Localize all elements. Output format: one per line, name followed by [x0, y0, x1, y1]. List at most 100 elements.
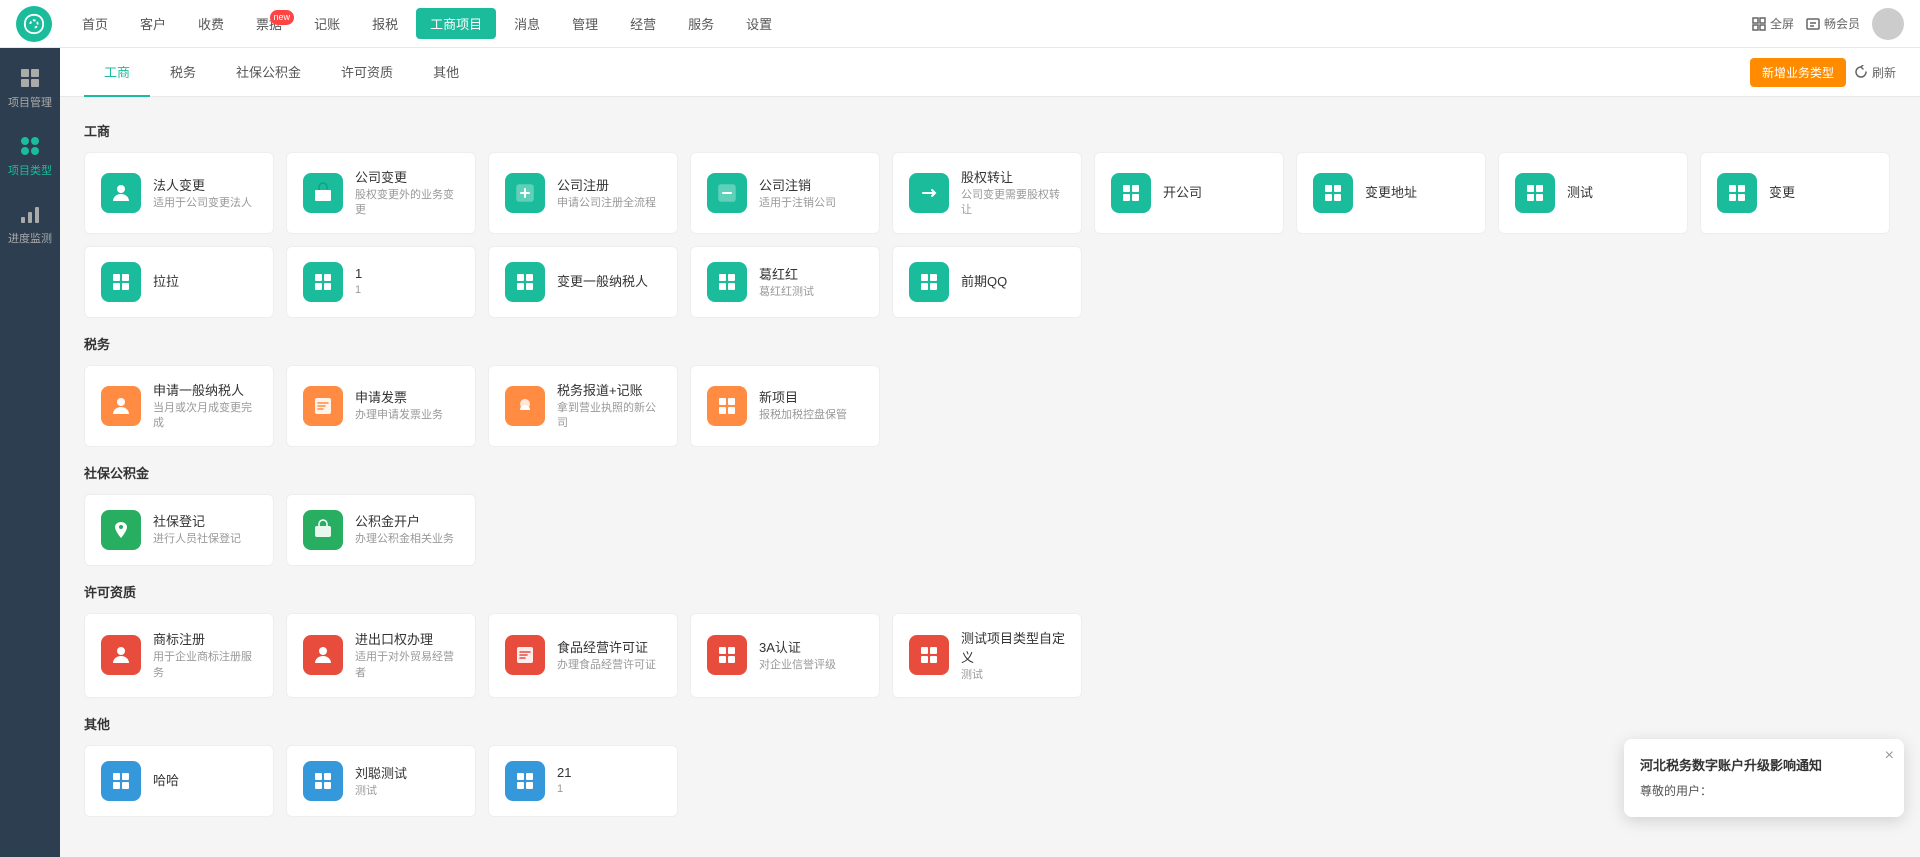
card-num1[interactable]: 1 1	[286, 246, 476, 318]
card-mohonghong[interactable]: 葛红红 葛红红测试	[690, 246, 880, 318]
card-title-change-tax: 变更一般纳税人	[557, 271, 661, 290]
nav-item-home[interactable]: 首页	[68, 8, 122, 39]
card-equity-transfer[interactable]: 股权转让 公司变更需要股权转让	[892, 152, 1082, 234]
nav-item-operation[interactable]: 经营	[616, 8, 670, 39]
card-icon-liu-test	[303, 761, 343, 801]
card-new-project[interactable]: 新项目 报税加税控盘保管	[690, 365, 880, 447]
sidebar-item-project-type[interactable]: 项目类型	[0, 124, 60, 188]
card-lala[interactable]: 拉拉	[84, 246, 274, 318]
card-test1[interactable]: 测试	[1498, 152, 1688, 234]
refresh-button[interactable]: 刷新	[1854, 64, 1896, 81]
card-icon-mohonghong	[707, 262, 747, 302]
project-manage-icon	[18, 66, 42, 90]
card-company-change[interactable]: 公司变更 股权变更外的业务变更	[286, 152, 476, 234]
card-icon-legal-change	[101, 173, 141, 213]
nav-item-message[interactable]: 消息	[500, 8, 554, 39]
card-change-tax[interactable]: 变更一般纳税人	[488, 246, 678, 318]
card-preqq[interactable]: 前期QQ	[892, 246, 1082, 318]
card-title-company-cancel: 公司注销	[759, 175, 863, 194]
tab-actions: 新增业务类型 刷新	[1750, 58, 1896, 87]
fullscreen-button[interactable]: 全屏	[1752, 15, 1794, 32]
project-type-icon	[18, 134, 42, 158]
cards-grid-gongshang: 法人变更 适用于公司变更法人 公司变更 股权变更外的业务变更	[84, 152, 1896, 318]
card-change-address[interactable]: 变更地址	[1296, 152, 1486, 234]
card-desc-food-license: 办理食品经营许可证	[557, 658, 661, 673]
sidebar-item-project-manage[interactable]: 项目管理	[0, 56, 60, 120]
app-layout: 项目管理 项目类型 进度监测	[0, 48, 1920, 857]
card-icon-num21	[505, 761, 545, 801]
card-title-trademark: 商标注册	[153, 629, 257, 648]
notification-title: 河北税务数字账户升级影响通知	[1640, 755, 1888, 774]
card-title-social-register: 社保登记	[153, 511, 257, 530]
card-title-mohonghong: 葛红红	[759, 264, 863, 283]
sidebar-item-progress-monitor[interactable]: 进度监测	[0, 192, 60, 256]
card-desc-num21: 1	[557, 782, 661, 797]
card-title-liu-test: 刘聪测试	[355, 763, 459, 782]
nav-item-settings[interactable]: 设置	[732, 8, 786, 39]
card-title-open-company: 开公司	[1163, 182, 1267, 201]
nav-item-service[interactable]: 服务	[674, 8, 728, 39]
notification-body: 尊敬的用户：	[1640, 782, 1888, 801]
tab-shuiwu[interactable]: 税务	[150, 48, 216, 97]
card-change1[interactable]: 变更	[1700, 152, 1890, 234]
card-desc-apply-taxpayer: 当月或次月成变更完成	[153, 401, 257, 432]
section-title-shuiwu: 税务	[84, 334, 1896, 353]
tab-xuke[interactable]: 许可资质	[321, 48, 413, 97]
card-num21[interactable]: 21 1	[488, 745, 678, 817]
cards-grid-shebao: 社保登记 进行人员社保登记 公积金开户 办理公积金相关业务	[84, 494, 1896, 566]
sub-tabs-bar: 工商 税务 社保公积金 许可资质 其他 新增业务类型 刷新	[60, 48, 1920, 97]
nav-item-manage[interactable]: 管理	[558, 8, 612, 39]
card-3a-cert[interactable]: 3A认证 对企业信誉评级	[690, 613, 880, 698]
nav-item-tax[interactable]: 报税	[358, 8, 412, 39]
member-label: 畅会员	[1824, 15, 1860, 32]
card-food-license[interactable]: 食品经营许可证 办理食品经营许可证	[488, 613, 678, 698]
card-title-fund-open: 公积金开户	[355, 511, 459, 530]
app-logo[interactable]	[16, 6, 52, 42]
nav-item-invoice[interactable]: 票据new	[242, 8, 296, 39]
card-desc-mohonghong: 葛红红测试	[759, 285, 863, 300]
nav-item-accounting[interactable]: 记账	[300, 8, 354, 39]
card-title-apply-invoice: 申请发票	[355, 387, 459, 406]
card-liu-test[interactable]: 刘聪测试 测试	[286, 745, 476, 817]
card-desc-equity-transfer: 公司变更需要股权转让	[961, 188, 1065, 219]
card-social-register[interactable]: 社保登记 进行人员社保登记	[84, 494, 274, 566]
card-trademark[interactable]: 商标注册 用于企业商标注册服务	[84, 613, 274, 698]
tab-other[interactable]: 其他	[413, 48, 479, 97]
card-icon-3a-cert	[707, 635, 747, 675]
notification-close-button[interactable]: ×	[1885, 747, 1894, 765]
refresh-label: 刷新	[1872, 64, 1896, 81]
card-desc-import-export: 适用于对外贸易经营者	[355, 650, 459, 681]
card-legal-change[interactable]: 法人变更 适用于公司变更法人	[84, 152, 274, 234]
card-apply-taxpayer[interactable]: 申请一般纳税人 当月或次月成变更完成	[84, 365, 274, 447]
card-company-register[interactable]: 公司注册 申请公司注册全流程	[488, 152, 678, 234]
card-haha[interactable]: 哈哈	[84, 745, 274, 817]
card-tax-report-accounting[interactable]: 税务报道+记账 拿到营业执照的新公司	[488, 365, 678, 447]
tab-shebao[interactable]: 社保公积金	[216, 48, 321, 97]
new-type-button[interactable]: 新增业务类型	[1750, 58, 1846, 87]
card-import-export[interactable]: 进出口权办理 适用于对外贸易经营者	[286, 613, 476, 698]
card-desc-company-change: 股权变更外的业务变更	[355, 188, 459, 219]
member-button[interactable]: 畅会员	[1806, 15, 1860, 32]
card-apply-invoice[interactable]: 申请发票 办理申请发票业务	[286, 365, 476, 447]
nav-item-client[interactable]: 客户	[126, 8, 180, 39]
tab-gongshang[interactable]: 工商	[84, 48, 150, 97]
card-desc-apply-invoice: 办理申请发票业务	[355, 408, 459, 423]
card-test-type[interactable]: 测试项目类型自定义 测试	[892, 613, 1082, 698]
card-desc-social-register: 进行人员社保登记	[153, 532, 257, 547]
content-area: 工商 法人变更 适用于公司变更法人 公司变更	[60, 97, 1920, 849]
card-desc-legal-change: 适用于公司变更法人	[153, 196, 257, 211]
nav-item-billing[interactable]: 收费	[184, 8, 238, 39]
card-icon-apply-taxpayer	[101, 386, 141, 426]
card-company-cancel[interactable]: 公司注销 适用于注销公司	[690, 152, 880, 234]
card-open-company[interactable]: 开公司	[1094, 152, 1284, 234]
nav-item-business[interactable]: 工商项目	[416, 8, 496, 39]
card-desc-new-project: 报税加税控盘保管	[759, 408, 863, 423]
card-title-tax-report-accounting: 税务报道+记账	[557, 380, 661, 399]
card-fund-open[interactable]: 公积金开户 办理公积金相关业务	[286, 494, 476, 566]
card-icon-import-export	[303, 635, 343, 675]
card-icon-change1	[1717, 173, 1757, 213]
nav-right: 全屏 畅会员	[1752, 8, 1904, 40]
cards-grid-shuiwu: 申请一般纳税人 当月或次月成变更完成 申请发票 办理申请发票业务	[84, 365, 1896, 447]
user-avatar[interactable]	[1872, 8, 1904, 40]
section-title-xuke: 许可资质	[84, 582, 1896, 601]
